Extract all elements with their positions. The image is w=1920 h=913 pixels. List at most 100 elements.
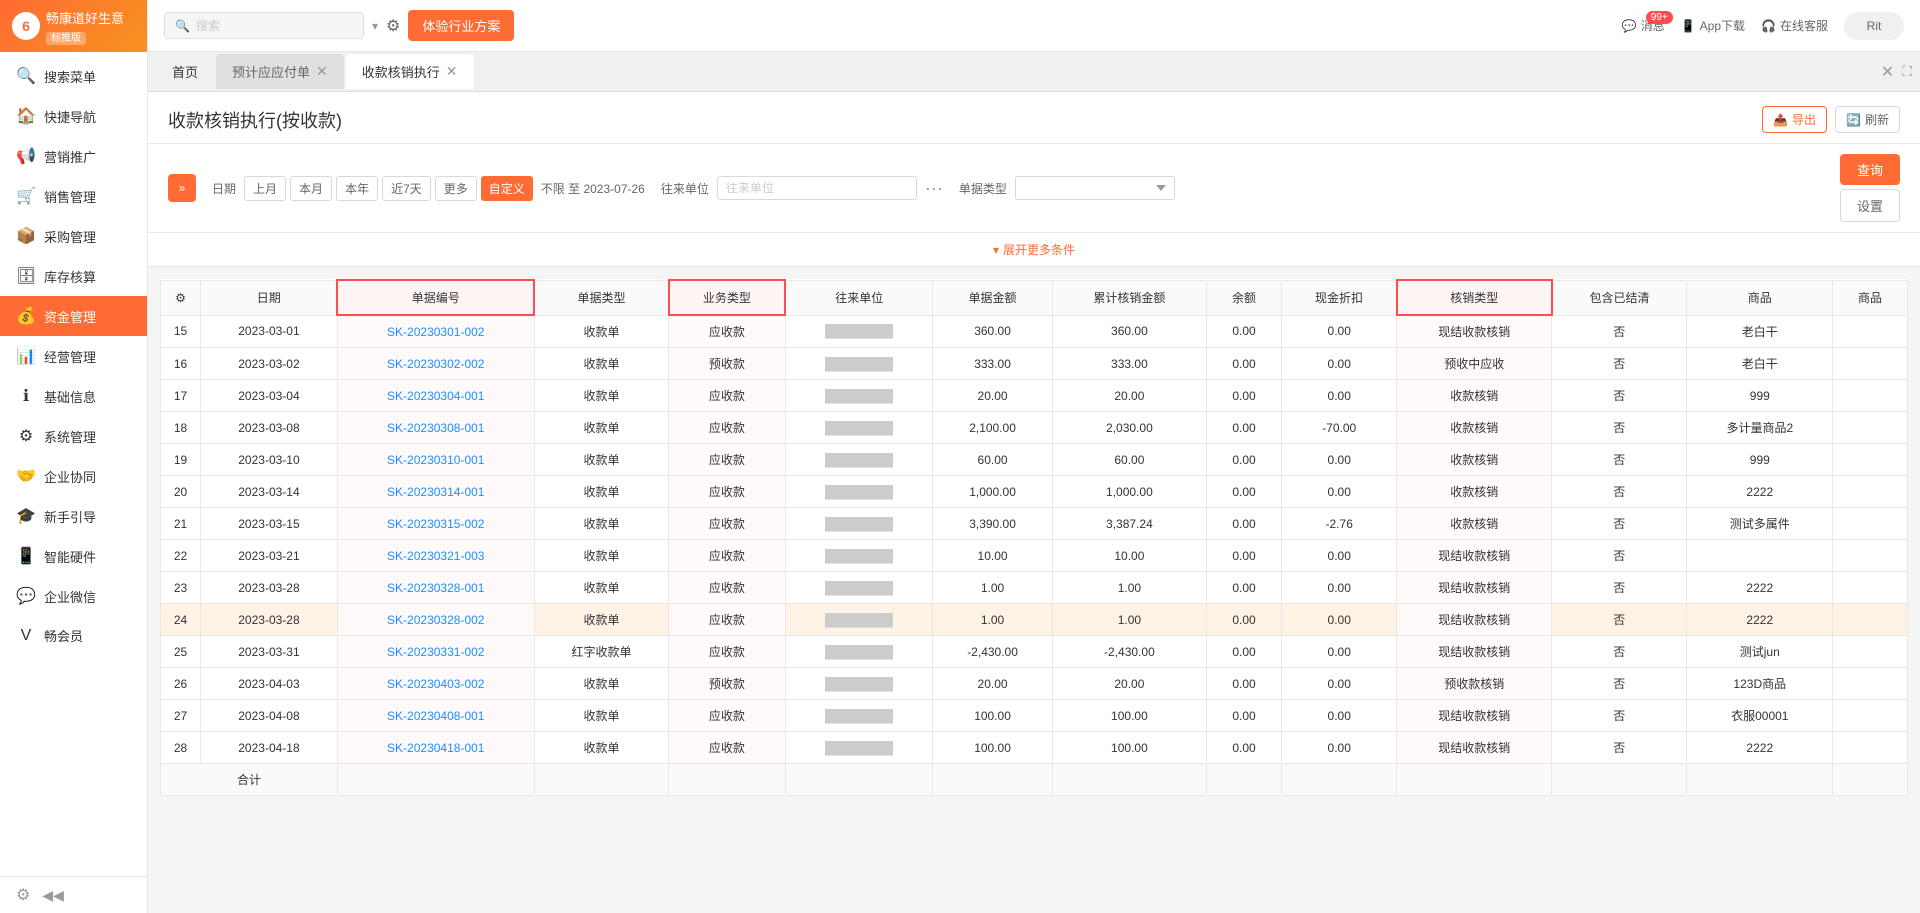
bill-no-link[interactable]: SK-20230301-002: [387, 325, 484, 339]
th-bill-no: 单据编号: [337, 280, 534, 315]
cell-seq: 17: [161, 380, 201, 412]
tab-prepay[interactable]: 预计应应付单 ✕: [216, 54, 344, 89]
sidebar-item-guide[interactable]: 🎓新手引导: [0, 496, 147, 536]
online-service-btn[interactable]: 🎧 在线客服: [1761, 17, 1828, 34]
table-row[interactable]: 19 2023-03-10 SK-20230310-001 收款单 应收款 ██…: [161, 444, 1908, 476]
table-row[interactable]: 20 2023-03-14 SK-20230314-001 收款单 应收款 ██…: [161, 476, 1908, 508]
table-row[interactable]: 22 2023-03-21 SK-20230321-003 收款单 应收款 ██…: [161, 540, 1908, 572]
sidebar-item-marketing[interactable]: 📢营销推广: [0, 136, 147, 176]
user-avatar[interactable]: Rit: [1844, 12, 1904, 40]
tab-home[interactable]: 首页: [156, 54, 214, 89]
cell-partner: ████████: [785, 476, 933, 508]
table-row[interactable]: 21 2023-03-15 SK-20230315-002 收款单 应收款 ██…: [161, 508, 1908, 540]
table-row[interactable]: 23 2023-03-28 SK-20230328-001 收款单 应收款 ██…: [161, 572, 1908, 604]
topbar-settings-icon[interactable]: ⚙: [386, 16, 400, 36]
bill-no-link[interactable]: SK-20230302-002: [387, 357, 484, 371]
table-row[interactable]: 28 2023-04-18 SK-20230418-001 收款单 应收款 ██…: [161, 732, 1908, 764]
nav-icon-guide: 🎓: [16, 506, 36, 526]
dropdown-arrow[interactable]: ▾: [372, 19, 378, 33]
cell-bill-type: 收款单: [534, 315, 669, 348]
cell-biz-type: 应收款: [669, 412, 785, 444]
sidebar-item-purchase[interactable]: 📦采购管理: [0, 216, 147, 256]
bill-no-link[interactable]: SK-20230328-002: [387, 613, 484, 627]
messages-btn[interactable]: 💬 消息 99+: [1622, 17, 1665, 34]
settings-icon[interactable]: ⚙: [16, 885, 30, 905]
cell-cancel-amount: 1.00: [1052, 604, 1207, 636]
date-btn-more[interactable]: 更多: [435, 176, 477, 201]
sidebar-item-wechat[interactable]: 💬企业微信: [0, 576, 147, 616]
th-date: 日期: [201, 280, 338, 315]
sidebar-item-search[interactable]: 🔍搜索菜单: [0, 56, 147, 96]
bill-no-link[interactable]: SK-20230310-001: [387, 453, 484, 467]
date-btn-thismonth[interactable]: 本月: [290, 176, 332, 201]
app-download-btn[interactable]: 📱 App下载: [1681, 17, 1745, 34]
bill-no-link[interactable]: SK-20230403-002: [387, 677, 484, 691]
sidebar-item-operation[interactable]: 📊经营管理: [0, 336, 147, 376]
cell-cancel-type: 收款核销: [1397, 476, 1552, 508]
nav-icon-hardware: 📱: [16, 546, 36, 566]
expand-more-btn[interactable]: ▾ 展开更多条件: [993, 241, 1075, 258]
sidebar-item-basic[interactable]: ℹ基础信息: [0, 376, 147, 416]
tab-receipt-cancel[interactable]: 收款核销执行 ✕: [346, 54, 474, 89]
date-btn-lastmonth[interactable]: 上月: [244, 176, 286, 201]
bill-no-link[interactable]: SK-20230314-001: [387, 485, 484, 499]
cell-seq: 27: [161, 700, 201, 732]
cell-goods2: [1833, 668, 1908, 700]
refresh-btn[interactable]: 🔄 刷新: [1835, 106, 1900, 133]
tab-receipt-cancel-close[interactable]: ✕: [446, 63, 458, 80]
table-row[interactable]: 15 2023-03-01 SK-20230301-002 收款单 应收款 ██…: [161, 315, 1908, 348]
table-row[interactable]: 27 2023-04-08 SK-20230408-001 收款单 应收款 ██…: [161, 700, 1908, 732]
sidebar-item-inventory[interactable]: 🗄库存核算: [0, 256, 147, 296]
table-row[interactable]: 24 2023-03-28 SK-20230328-002 收款单 应收款 ██…: [161, 604, 1908, 636]
date-quick-btns: 上月 本月 本年 近7天 更多 自定义: [244, 176, 533, 201]
table-area[interactable]: ⚙ 日期 单据编号 单据类型 业务类型 往来单位 单据金额 累计核销金额 余额 …: [148, 267, 1920, 913]
cell-cancel-amount: 100.00: [1052, 732, 1207, 764]
collapse-icon[interactable]: ◀◀: [42, 887, 64, 904]
cell-biz-type: 预收款: [669, 668, 785, 700]
bill-no-link[interactable]: SK-20230328-001: [387, 581, 484, 595]
bill-no-link[interactable]: SK-20230408-001: [387, 709, 484, 723]
date-btn-thisyear[interactable]: 本年: [336, 176, 378, 201]
date-btn-custom[interactable]: 自定义: [481, 176, 533, 201]
export-btn[interactable]: 📤 导出: [1762, 106, 1827, 133]
filter-expand-btn[interactable]: »: [168, 174, 196, 202]
table-row[interactable]: 16 2023-03-02 SK-20230302-002 收款单 预收款 ██…: [161, 348, 1908, 380]
bill-no-link[interactable]: SK-20230418-001: [387, 741, 484, 755]
cell-goods2: [1833, 700, 1908, 732]
tab-prepay-close[interactable]: ✕: [316, 63, 328, 80]
cell-balance: 0.00: [1207, 572, 1282, 604]
bill-no-link[interactable]: SK-20230304-001: [387, 389, 484, 403]
sidebar-item-finance[interactable]: 💰资金管理: [0, 296, 147, 336]
bill-no-link[interactable]: SK-20230331-002: [387, 645, 484, 659]
partner-input[interactable]: [717, 176, 917, 200]
table-row[interactable]: 17 2023-03-04 SK-20230304-001 收款单 应收款 ██…: [161, 380, 1908, 412]
cell-include-settled: 否: [1552, 572, 1687, 604]
cell-goods: 2222: [1687, 476, 1833, 508]
date-btn-7days[interactable]: 近7天: [382, 176, 431, 201]
filter-more-dots[interactable]: ···: [925, 178, 943, 199]
bill-no-link[interactable]: SK-20230308-001: [387, 421, 484, 435]
query-btn[interactable]: 查询: [1840, 154, 1900, 185]
sidebar-item-system[interactable]: ⚙系统管理: [0, 416, 147, 456]
bill-type-select[interactable]: [1015, 176, 1175, 200]
tab-close-all[interactable]: ✕: [1881, 62, 1894, 82]
table-row[interactable]: 25 2023-03-31 SK-20230331-002 红字收款单 应收款 …: [161, 636, 1908, 668]
date-range-display: 不限 至 2023-07-26: [541, 180, 645, 197]
sidebar-item-hardware[interactable]: 📱 智能硬件: [0, 536, 147, 576]
message-icon: 💬: [1622, 19, 1637, 33]
sidebar-item-enterprise[interactable]: 🤝企业协同: [0, 456, 147, 496]
table-row[interactable]: 26 2023-04-03 SK-20230403-002 收款单 预收款 ██…: [161, 668, 1908, 700]
bill-no-link[interactable]: SK-20230321-003: [387, 549, 484, 563]
sidebar-item-quick-nav[interactable]: 🏠快捷导航: [0, 96, 147, 136]
cell-cash-discount: 0.00: [1281, 380, 1397, 412]
nav-label-hardware: 智能硬件: [44, 547, 96, 566]
table-row[interactable]: 18 2023-03-08 SK-20230308-001 收款单 应收款 ██…: [161, 412, 1908, 444]
bill-no-link[interactable]: SK-20230315-002: [387, 517, 484, 531]
sidebar-item-sales[interactable]: 🛒销售管理: [0, 176, 147, 216]
nav-icon-enterprise: 🤝: [16, 466, 36, 486]
sidebar-item-member[interactable]: V畅会员: [0, 616, 147, 655]
trial-btn[interactable]: 体验行业方案: [408, 10, 514, 41]
tab-maximize[interactable]: ⛶: [1902, 63, 1912, 80]
topbar-search-box[interactable]: 🔍 搜索: [164, 12, 364, 39]
settings-btn[interactable]: 设置: [1840, 189, 1900, 222]
